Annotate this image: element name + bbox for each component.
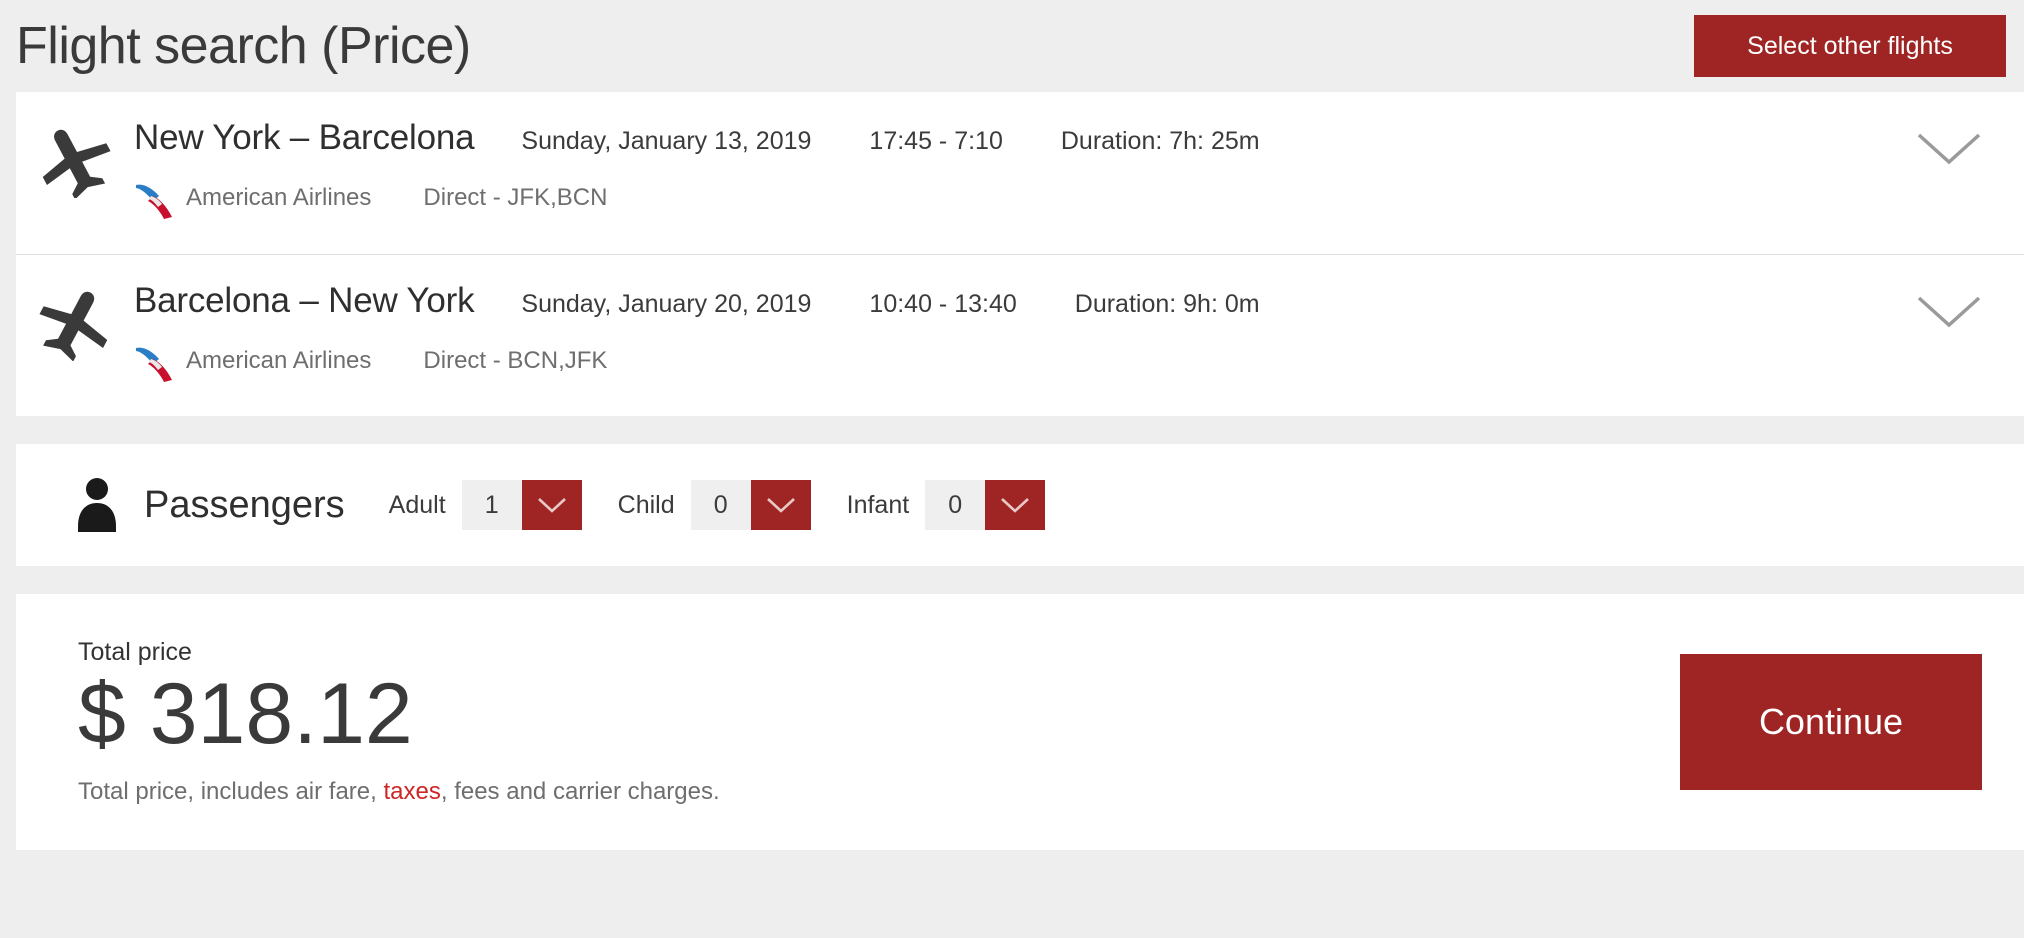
passenger-group-infant: Infant 0 — [847, 480, 1046, 530]
passenger-label-adult: Adult — [388, 490, 446, 519]
passenger-stepper-child[interactable]: 0 — [690, 480, 811, 530]
passenger-label-child: Child — [617, 490, 675, 519]
chevron-down-icon[interactable] — [1874, 114, 2024, 166]
passenger-group-child: Child 0 — [618, 480, 811, 530]
total-price-card: Total price $ 318.12 Total price, includ… — [16, 594, 2024, 850]
flight-airline-name: American Airlines — [186, 347, 372, 374]
passenger-dropdown-adult[interactable] — [521, 480, 582, 530]
flight-row-outbound[interactable]: New York – Barcelona Sunday, January 13,… — [16, 92, 2024, 254]
total-price-block: Total price $ 318.12 Total price, includ… — [78, 638, 720, 805]
flight-date: Sunday, January 13, 2019 — [521, 127, 812, 155]
flight-details-return: Barcelona – New York Sunday, January 20,… — [134, 277, 1874, 383]
taxes-link[interactable]: taxes — [383, 778, 440, 805]
flight-stops: Direct - BCN,JFK — [423, 347, 608, 374]
flight-row-return[interactable]: Barcelona – New York Sunday, January 20,… — [16, 254, 2024, 416]
passenger-count-child: 0 — [690, 480, 751, 530]
american-airlines-logo-icon — [134, 339, 180, 383]
note-suffix: , fees and carrier charges. — [440, 777, 720, 805]
flight-time: 17:45 - 7:10 — [869, 127, 1003, 155]
continue-button[interactable]: Continue — [1680, 654, 1982, 790]
flight-secondary-line: American Airlines Direct - JFK,BCN — [134, 176, 1874, 220]
flight-stops: Direct - JFK,BCN — [423, 184, 608, 211]
select-other-flights-button[interactable]: Select other flights — [1694, 15, 2006, 77]
chevron-down-icon[interactable] — [1874, 277, 2024, 329]
passenger-label-infant: Infant — [846, 490, 910, 519]
passenger-dropdown-infant[interactable] — [985, 480, 1046, 530]
flight-primary-line: New York – Barcelona Sunday, January 13,… — [134, 118, 1874, 158]
passenger-stepper-infant[interactable]: 0 — [925, 480, 1046, 530]
passenger-count-adult: 1 — [461, 480, 522, 530]
passenger-count-infant: 0 — [925, 480, 986, 530]
total-price-amount: $ 318.12 — [78, 666, 413, 763]
passenger-stepper-adult[interactable]: 1 — [461, 480, 582, 530]
flight-date: Sunday, January 20, 2019 — [521, 290, 812, 318]
flight-duration: Duration: 9h: 0m — [1074, 290, 1260, 318]
flight-duration: Duration: 7h: 25m — [1060, 127, 1260, 155]
flight-time: 10:40 - 13:40 — [869, 290, 1017, 318]
passenger-dropdown-child[interactable] — [750, 480, 811, 530]
section-gap — [0, 416, 2024, 444]
flight-details-outbound: New York – Barcelona Sunday, January 13,… — [134, 114, 1874, 220]
flights-card: New York – Barcelona Sunday, January 13,… — [16, 92, 2024, 416]
flight-airline-name: American Airlines — [186, 184, 372, 211]
flight-primary-line: Barcelona – New York Sunday, January 20,… — [134, 281, 1874, 321]
flight-route: New York – Barcelona — [134, 118, 475, 157]
passengers-card: Passengers Adult 1 Child 0 Infant 0 — [16, 444, 2024, 566]
page-title: Flight search (Price) — [16, 17, 471, 75]
total-price-label: Total price — [78, 638, 192, 667]
page-header: Flight search (Price) Select other fligh… — [0, 0, 2024, 92]
american-airlines-logo-icon — [134, 176, 180, 220]
total-price-note: Total price, includes air fare, taxes, f… — [78, 778, 720, 806]
person-icon — [60, 476, 134, 534]
note-prefix: Total price, includes air fare, — [78, 777, 384, 805]
plane-departure-icon — [16, 114, 134, 198]
flight-secondary-line: American Airlines Direct - BCN,JFK — [134, 339, 1874, 383]
passenger-group-adult: Adult 1 — [389, 480, 582, 530]
flight-route: Barcelona – New York — [134, 281, 475, 320]
plane-arrival-icon — [16, 277, 134, 361]
passengers-title: Passengers — [144, 483, 345, 526]
section-gap — [0, 566, 2024, 594]
